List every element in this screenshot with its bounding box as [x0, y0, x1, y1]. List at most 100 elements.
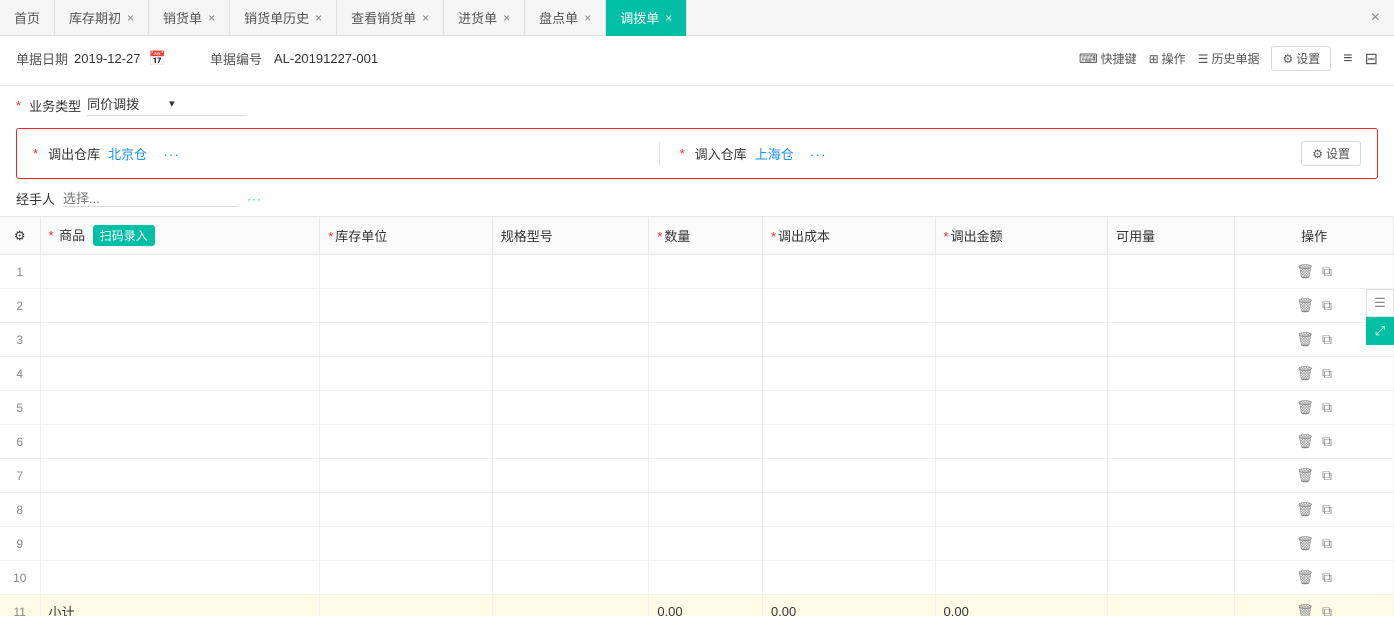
unit-cell[interactable] [320, 357, 493, 391]
available-cell[interactable] [1108, 459, 1235, 493]
operation-button[interactable]: ⊞ 操作 [1149, 50, 1186, 67]
delete-button[interactable]: 🗑 [1295, 432, 1315, 451]
copy-button[interactable]: ⧉ [1321, 330, 1333, 349]
tab-home[interactable]: 首页 [0, 0, 55, 36]
product-cell[interactable] [40, 561, 320, 595]
qty-cell[interactable] [649, 493, 763, 527]
qty-cell[interactable] [649, 459, 763, 493]
spec-cell[interactable] [492, 425, 649, 459]
qty-cell[interactable] [649, 357, 763, 391]
delete-button[interactable]: 🗑 [1295, 500, 1315, 519]
amount-cell[interactable] [935, 255, 1108, 289]
delete-button[interactable]: 🗑 [1295, 568, 1315, 587]
copy-button[interactable]: ⧉ [1321, 500, 1333, 519]
available-cell[interactable] [1108, 493, 1235, 527]
available-cell[interactable] [1108, 561, 1235, 595]
qty-cell[interactable] [649, 289, 763, 323]
copy-button[interactable]: ⧉ [1321, 364, 1333, 383]
warehouse-setting-button[interactable]: ⚙ 设置 [1301, 141, 1361, 166]
spec-cell[interactable] [492, 391, 649, 425]
tab-view-sales[interactable]: 查看销货单 × [337, 0, 444, 36]
copy-button[interactable]: ⧉ [1321, 534, 1333, 553]
copy-button[interactable]: ⧉ [1321, 398, 1333, 417]
amount-cell[interactable] [935, 493, 1108, 527]
product-cell[interactable] [40, 323, 320, 357]
handler-more-btn[interactable]: ··· [247, 192, 262, 206]
copy-button[interactable]: ⧉ [1321, 432, 1333, 451]
available-cell[interactable] [1108, 323, 1235, 357]
history-button[interactable]: ☰ 历史单据 [1198, 50, 1260, 67]
cost-cell[interactable] [762, 323, 935, 357]
warehouse-in-value[interactable]: 上海仓 [755, 144, 794, 163]
amount-cell[interactable] [935, 459, 1108, 493]
delete-button[interactable]: 🗑 [1295, 262, 1315, 281]
amount-cell[interactable] [935, 323, 1108, 357]
delete-button[interactable]: 🗑 [1295, 296, 1315, 315]
close-icon[interactable]: × [127, 11, 134, 25]
delete-button[interactable]: 🗑 [1295, 398, 1315, 417]
product-cell[interactable] [40, 357, 320, 391]
close-icon[interactable]: × [665, 11, 672, 25]
handler-input[interactable] [63, 191, 239, 207]
cost-cell[interactable] [762, 425, 935, 459]
gear-icon[interactable]: ⚙ [14, 228, 26, 243]
close-icon[interactable]: × [208, 11, 215, 25]
qty-cell[interactable] [649, 561, 763, 595]
available-cell[interactable] [1108, 255, 1235, 289]
amount-cell[interactable] [935, 425, 1108, 459]
spec-cell[interactable] [492, 561, 649, 595]
unit-cell[interactable] [320, 255, 493, 289]
th-gear[interactable]: ⚙ [0, 217, 40, 255]
delete-button[interactable]: 🗑 [1295, 364, 1315, 383]
close-icon[interactable]: × [584, 11, 591, 25]
copy-button[interactable]: ⧉ [1321, 466, 1333, 485]
product-cell[interactable] [40, 391, 320, 425]
warehouse-out-more-btn[interactable]: ··· [163, 146, 180, 162]
unit-cell[interactable] [320, 425, 493, 459]
layout-icon-2[interactable]: ⊟ [1365, 49, 1378, 69]
amount-cell[interactable] [935, 357, 1108, 391]
product-cell[interactable] [40, 459, 320, 493]
qty-cell[interactable] [649, 527, 763, 561]
cost-cell[interactable] [762, 357, 935, 391]
side-list-icon[interactable]: ☰ [1366, 289, 1394, 317]
available-cell[interactable] [1108, 391, 1235, 425]
available-cell[interactable] [1108, 357, 1235, 391]
spec-cell[interactable] [492, 323, 649, 357]
cost-cell[interactable] [762, 561, 935, 595]
amount-cell[interactable] [935, 561, 1108, 595]
qty-cell[interactable] [649, 425, 763, 459]
delete-button[interactable]: 🗑 [1295, 330, 1315, 349]
spec-cell[interactable] [492, 255, 649, 289]
warehouse-out-value[interactable]: 北京仓 [108, 144, 147, 163]
copy-button[interactable]: ⧉ [1321, 262, 1333, 281]
cost-cell[interactable] [762, 459, 935, 493]
shortcut-button[interactable]: ⌨ 快捷键 [1079, 50, 1137, 67]
tab-purchase[interactable]: 进货单 × [444, 0, 525, 36]
spec-cell[interactable] [492, 459, 649, 493]
amount-cell[interactable] [935, 527, 1108, 561]
available-cell[interactable] [1108, 425, 1235, 459]
product-cell[interactable] [40, 425, 320, 459]
product-cell[interactable] [40, 289, 320, 323]
unit-cell[interactable] [320, 289, 493, 323]
spec-cell[interactable] [492, 493, 649, 527]
available-cell[interactable] [1108, 289, 1235, 323]
product-cell[interactable] [40, 255, 320, 289]
qty-cell[interactable] [649, 255, 763, 289]
unit-cell[interactable] [320, 561, 493, 595]
available-cell[interactable] [1108, 527, 1235, 561]
close-icon[interactable]: × [422, 11, 429, 25]
copy-button[interactable]: ⧉ [1321, 602, 1333, 616]
copy-button[interactable]: ⧉ [1321, 296, 1333, 315]
warehouse-in-more-btn[interactable]: ··· [810, 146, 827, 162]
cost-cell[interactable] [762, 391, 935, 425]
amount-cell[interactable] [935, 391, 1108, 425]
product-cell[interactable] [40, 527, 320, 561]
biz-type-select[interactable]: 同价调拨 ▾ [87, 94, 247, 116]
qty-cell[interactable] [649, 323, 763, 357]
unit-cell[interactable] [320, 391, 493, 425]
tab-sales-order[interactable]: 销货单 × [149, 0, 230, 36]
delete-button[interactable]: 🗑 [1295, 534, 1315, 553]
layout-icon-1[interactable]: ≡ [1343, 50, 1352, 68]
